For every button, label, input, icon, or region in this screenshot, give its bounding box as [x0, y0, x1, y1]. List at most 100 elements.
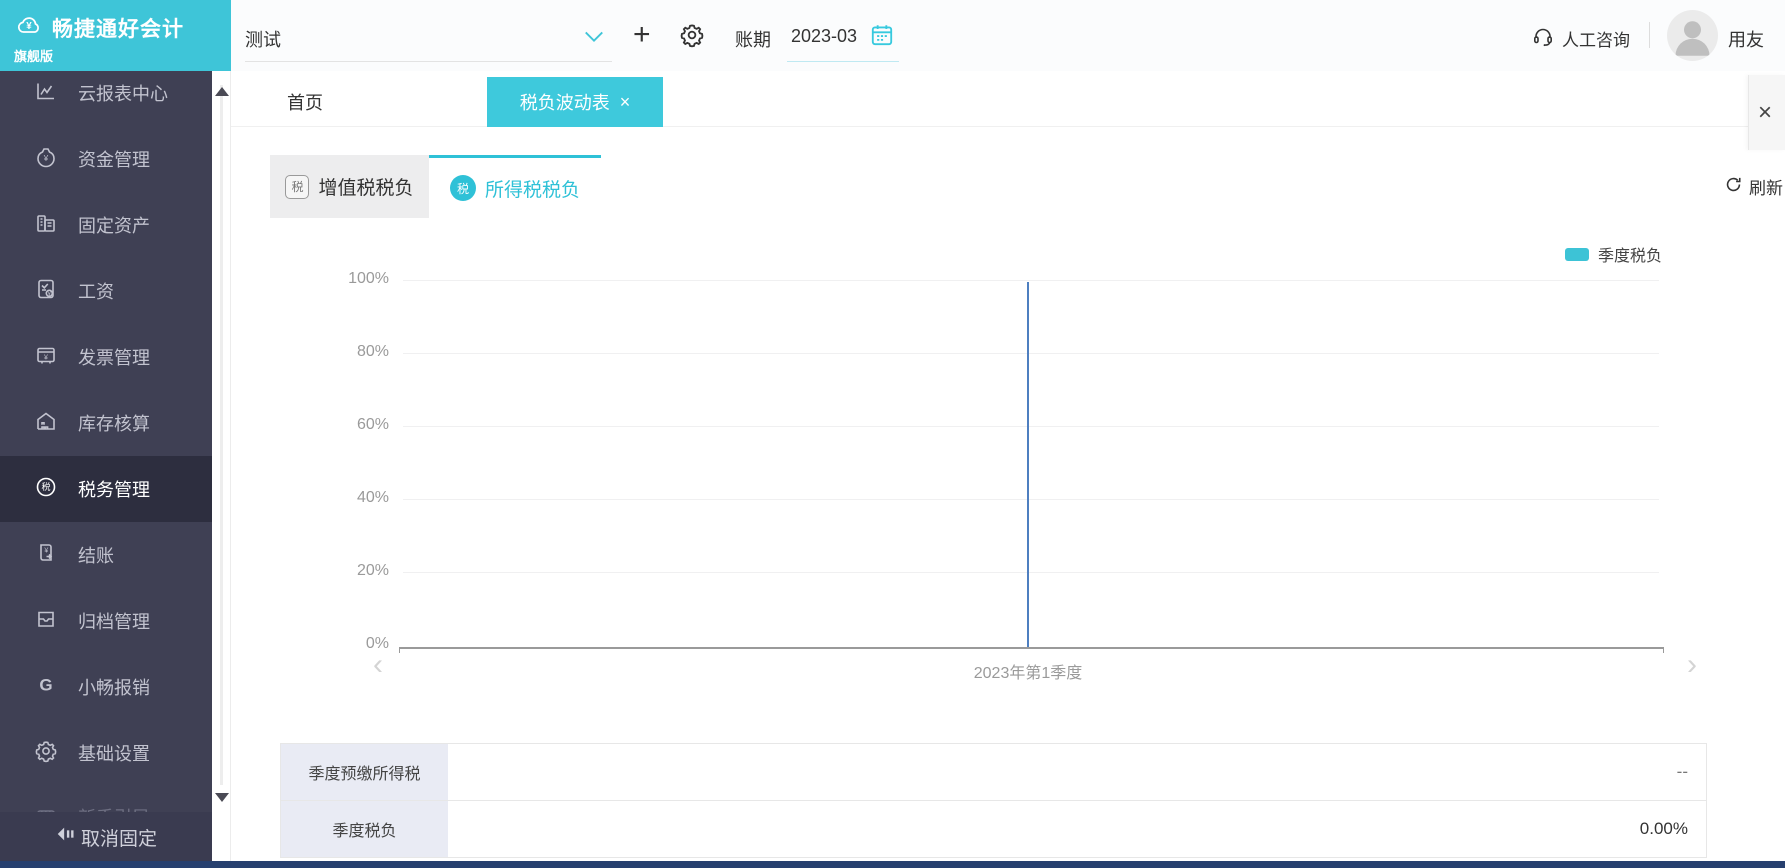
- g-logo-icon: G: [34, 673, 58, 702]
- svg-text:税: 税: [41, 481, 50, 492]
- gridline: [403, 280, 1659, 281]
- subtab-vat-tax-burden[interactable]: 税增值税税负: [270, 155, 429, 218]
- sidebar-item-label: 固定资产: [78, 216, 150, 236]
- cloud-logo-icon: ¥: [14, 12, 44, 43]
- gridline: [403, 499, 1659, 500]
- sidebar-item-fixed-assets[interactable]: 固定资产: [0, 192, 212, 258]
- refresh-icon: [1724, 175, 1743, 199]
- closing-book-icon: ¥: [34, 541, 58, 570]
- unpin-label: 取消固定: [80, 828, 157, 850]
- tab-close-icon[interactable]: ×: [620, 92, 631, 113]
- svg-text:¥: ¥: [26, 21, 32, 32]
- subtab-income-tax-burden[interactable]: 税所得税税负: [429, 155, 601, 218]
- gear-icon: [34, 739, 58, 768]
- sidebar-item-label: 发票管理: [78, 348, 150, 368]
- sidebar-item-expense[interactable]: G 小畅报销: [0, 654, 212, 720]
- user-name[interactable]: 用友: [1728, 26, 1764, 52]
- account-underline: [245, 61, 612, 62]
- chart-next-icon[interactable]: ›: [1687, 650, 1697, 680]
- sidebar-item-closing[interactable]: ¥ 结账: [0, 522, 212, 588]
- main-content: 税增值税税负税所得税税负 刷新 季度税负 100% 80% 60% 40% 20% 0% 2…: [231, 127, 1785, 868]
- y-axis-tick-label: 100%: [348, 270, 389, 287]
- period-label: 账期: [735, 30, 771, 50]
- support-button[interactable]: 人工咨询: [1531, 24, 1630, 53]
- app-window: 云报表中心 ¥ 资金管理 固定资产 ¥ 工资 ¥ 发票管理 库存核算税税务管理 ¥ 结账 归档管理 G 小…: [0, 0, 1785, 868]
- user-avatar[interactable]: [1667, 10, 1718, 61]
- archive-box-icon: [34, 607, 58, 636]
- sidebar-item-label: 小畅报销: [78, 678, 150, 698]
- svg-text:¥: ¥: [43, 154, 49, 163]
- chart-prev-icon[interactable]: ‹: [373, 650, 383, 680]
- table-row: 季度预缴所得税 --: [281, 744, 1706, 801]
- sidebar-item-label: 税务管理: [78, 480, 150, 500]
- brand-edition: 旗舰版: [14, 49, 54, 64]
- x-axis-tick: [1663, 647, 1664, 653]
- settings-gear-icon[interactable]: [679, 22, 705, 53]
- chart-legend: 季度税负: [1565, 242, 1662, 266]
- legend-swatch: [1565, 247, 1589, 261]
- scrollbar-track[interactable]: [220, 85, 223, 785]
- close-all-tabs-button[interactable]: ×: [1758, 99, 1772, 127]
- gridline: [403, 572, 1659, 573]
- sidebar-item-label: 结账: [78, 546, 114, 566]
- top-header: 测试 + 账期 2023-03 人工咨询 用友: [231, 0, 1785, 71]
- unpin-icon: [55, 823, 77, 851]
- brand-name: 畅捷通好会计: [52, 17, 184, 41]
- sidebar-item-label: 云报表中心: [78, 84, 168, 104]
- sidebar-item-settings[interactable]: 基础设置: [0, 720, 212, 786]
- sidebar-menu: 云报表中心 ¥ 资金管理 固定资产 ¥ 工资 ¥ 发票管理 库存核算税 税务管理 ¥ 结账 归档管理 G 小…: [0, 60, 212, 848]
- legend-label: 季度税负: [1598, 248, 1663, 265]
- income-tax-badge-icon: 税: [449, 175, 476, 201]
- account-selector[interactable]: 测试: [245, 26, 281, 52]
- svg-text:¥: ¥: [44, 354, 48, 361]
- report-chart-icon: [34, 79, 58, 108]
- sidebar-item-inventory[interactable]: 库存核算: [0, 390, 212, 456]
- quarter-summary-table: 季度预缴所得税 -- 季度税负 0.00%: [280, 743, 1707, 858]
- add-account-button[interactable]: +: [633, 18, 651, 52]
- support-label: 人工咨询: [1562, 31, 1630, 50]
- calendar-icon[interactable]: [869, 22, 895, 53]
- tab-tax-fluctuation[interactable]: 税负波动表 ×: [487, 77, 663, 127]
- period-underline: [787, 61, 899, 62]
- tab-label: 税负波动表: [519, 93, 610, 113]
- period-value[interactable]: 2023-03: [791, 26, 857, 47]
- sidebar-item-archive[interactable]: 归档管理: [0, 588, 212, 654]
- sidebar: 云报表中心 ¥ 资金管理 固定资产 ¥ 工资 ¥ 发票管理 库存核算税 税务管理 ¥ 结账 归档管理 G 小…: [0, 0, 212, 868]
- row-label: 季度预缴所得税: [281, 744, 448, 800]
- chevron-down-icon[interactable]: [583, 30, 605, 49]
- gridline: [403, 426, 1659, 427]
- x-axis-category-label: 2023年第1季度: [973, 665, 1083, 682]
- gridline: [403, 353, 1659, 354]
- invoice-icon: ¥: [34, 343, 58, 372]
- vat-badge-icon: 税: [285, 174, 310, 199]
- subtab-label: 所得税税负: [484, 179, 580, 201]
- building-icon: [34, 211, 58, 240]
- money-bag-icon: ¥: [34, 145, 58, 174]
- refresh-label: 刷新: [1749, 179, 1783, 198]
- refresh-button[interactable]: 刷新: [1724, 174, 1783, 199]
- scroll-up-icon[interactable]: [215, 87, 229, 96]
- sidebar-item-label: 资金管理: [78, 150, 150, 170]
- tab-overflow-panel: ×: [1748, 75, 1785, 150]
- header-divider: [1649, 22, 1650, 48]
- y-axis-tick-label: 20%: [356, 562, 389, 579]
- window-bottom-edge: [0, 861, 1785, 868]
- row-label: 季度税负: [281, 801, 448, 857]
- y-axis-tick-label: 40%: [356, 489, 389, 506]
- sidebar-item-funds[interactable]: ¥ 资金管理: [0, 126, 212, 192]
- tab-home[interactable]: 首页: [245, 77, 365, 127]
- svg-text:G: G: [39, 675, 52, 694]
- sidebar-scrollbar[interactable]: [212, 71, 231, 862]
- window-tab-bar: 首页税务申报×税负波动表× ×: [231, 71, 1785, 150]
- sidebar-item-salary[interactable]: ¥ 工资: [0, 258, 212, 324]
- tab-label: 首页: [287, 93, 323, 113]
- scroll-down-icon[interactable]: [215, 793, 229, 802]
- x-axis-line: [399, 647, 1663, 649]
- salary-doc-icon: ¥: [34, 277, 58, 306]
- y-axis-tick-label: 60%: [356, 416, 389, 433]
- tax-circle-icon: 税: [34, 475, 58, 504]
- row-value: 0.00%: [448, 801, 1706, 857]
- sidebar-item-tax-management[interactable]: 税 税务管理: [0, 456, 212, 522]
- sidebar-item-invoices[interactable]: ¥ 发票管理: [0, 324, 212, 390]
- unpin-sidebar-button[interactable]: 取消固定: [0, 812, 212, 862]
